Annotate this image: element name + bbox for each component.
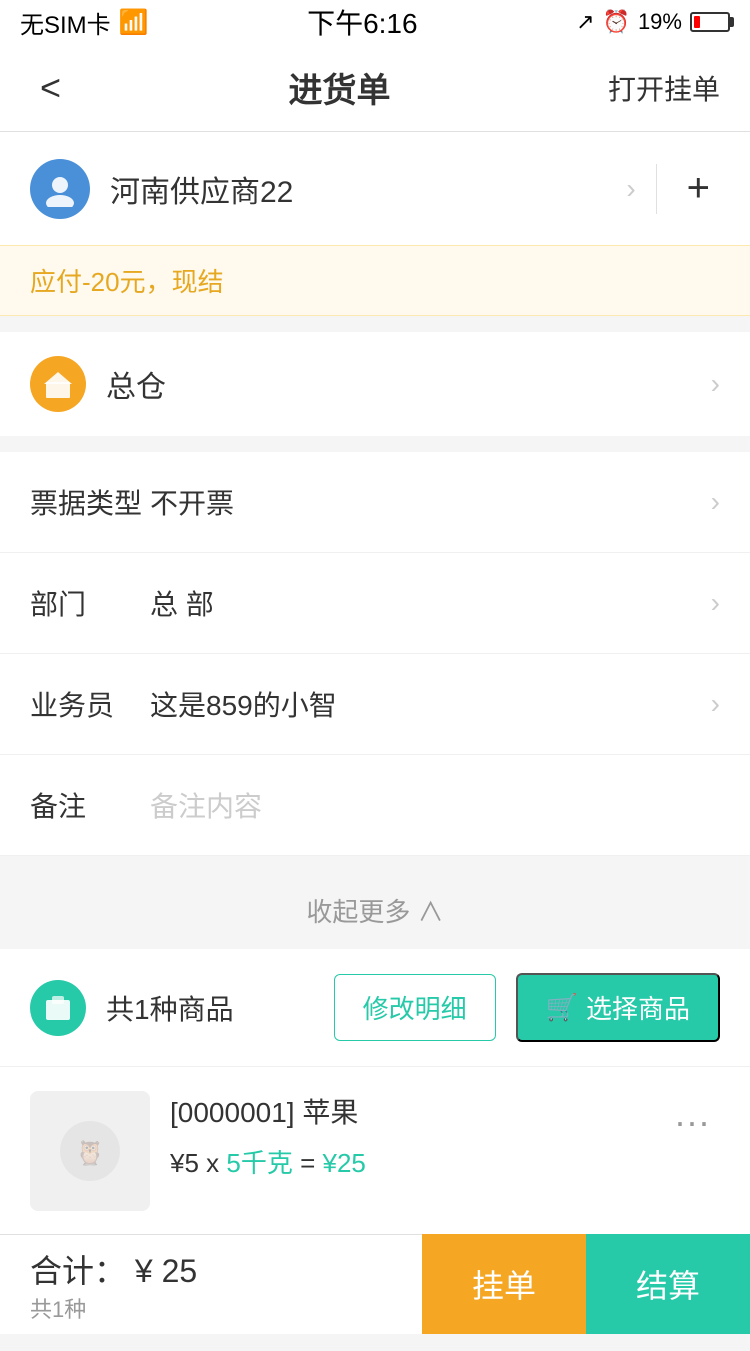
total-amount: 合计： ¥ 25	[30, 1246, 392, 1292]
checkout-button[interactable]: 结算	[586, 1234, 750, 1334]
supplier-name: 河南供应商22	[110, 167, 616, 211]
salesperson-chevron-icon: ›	[711, 688, 720, 720]
battery-icon	[690, 12, 730, 32]
invoice-chevron-icon: ›	[711, 486, 720, 518]
select-product-icon: 🛒	[546, 992, 578, 1023]
products-section: 共1种商品 修改明细 🛒 选择商品 🦉 [0000001] 苹果 ¥5 x 5千…	[0, 949, 750, 1235]
salesperson-label: 业务员	[30, 684, 150, 724]
remark-row[interactable]: 备注 备注内容	[0, 755, 750, 856]
department-row[interactable]: 部门 总 部 ›	[0, 553, 750, 654]
warehouse-chevron-icon: ›	[711, 368, 720, 400]
svg-text:🦉: 🦉	[75, 1140, 105, 1167]
product-title: 苹果	[302, 1097, 358, 1128]
warehouse-icon	[30, 356, 86, 412]
remark-label: 备注	[30, 785, 150, 825]
equals: =	[300, 1148, 322, 1178]
product-count-text: 共1种商品	[106, 988, 314, 1028]
supplier-chevron-icon: ›	[626, 173, 635, 205]
warehouse-section: 总仓 ›	[0, 332, 750, 436]
supplier-divider	[656, 164, 657, 214]
select-product-button[interactable]: 🛒 选择商品	[516, 973, 720, 1042]
time-label: 下午6:16	[307, 2, 418, 42]
notice-bar: 应付-20元，现结	[0, 245, 750, 316]
invoice-label: 票据类型	[30, 482, 150, 522]
status-left: 无SIM卡 📶	[20, 5, 149, 40]
salesperson-row[interactable]: 业务员 这是859的小智 ›	[0, 654, 750, 755]
total-count: 共1种	[30, 1292, 392, 1324]
battery-label: 19%	[638, 9, 682, 35]
product-info: [0000001] 苹果 ¥5 x 5千克 = ¥25	[170, 1091, 644, 1180]
product-price-row: ¥5 x 5千克 = ¥25	[170, 1143, 644, 1180]
page-title: 进货单	[289, 63, 391, 112]
invoice-type-row[interactable]: 票据类型 不开票 ›	[0, 452, 750, 553]
open-hold-button[interactable]: 打开挂单	[608, 68, 720, 108]
supplier-row[interactable]: 河南供应商22 › +	[0, 132, 750, 245]
collapse-label: 收起更多 ∧	[306, 892, 443, 929]
warehouse-name: 总仓	[106, 362, 701, 406]
product-name: [0000001] 苹果	[170, 1091, 644, 1131]
wifi-icon: 📶	[119, 8, 149, 37]
bottom-bar: 合计： ¥ 25 共1种 挂单 结算	[0, 1234, 750, 1334]
product-code: [0000001]	[170, 1097, 302, 1128]
total-section: 合计： ¥ 25 共1种	[0, 1234, 422, 1334]
product-thumbnail: 🦉	[30, 1091, 150, 1211]
total-value: ¥ 25	[135, 1253, 197, 1289]
product-count-icon	[30, 980, 86, 1036]
select-product-label: 选择商品	[586, 989, 690, 1026]
supplier-avatar	[30, 159, 90, 219]
products-header: 共1种商品 修改明细 🛒 选择商品	[0, 949, 750, 1067]
department-chevron-icon: ›	[711, 587, 720, 619]
status-bar: 无SIM卡 📶 下午6:16 ↗ ⏰ 19%	[0, 0, 750, 44]
form-section: 票据类型 不开票 › 部门 总 部 › 业务员 这是859的小智 › 备注 备注…	[0, 452, 750, 856]
warehouse-row[interactable]: 总仓 ›	[0, 332, 750, 436]
invoice-value: 不开票	[150, 482, 701, 522]
hold-button[interactable]: 挂单	[422, 1234, 586, 1334]
add-supplier-button[interactable]: +	[677, 156, 720, 221]
collapse-bar[interactable]: 收起更多 ∧	[0, 872, 750, 949]
department-label: 部门	[30, 583, 150, 623]
total-label: 合计：	[30, 1253, 126, 1289]
product-more-button[interactable]: ···	[664, 1091, 720, 1153]
alarm-icon: ⏰	[603, 9, 630, 35]
nav-bar: < 进货单 打开挂单	[0, 44, 750, 132]
network-label: 无SIM卡	[20, 5, 111, 40]
department-value: 总 部	[150, 583, 701, 623]
total-price: ¥25	[323, 1148, 366, 1178]
supplier-section: 河南供应商22 › + 应付-20元，现结	[0, 132, 750, 316]
product-item: 🦉 [0000001] 苹果 ¥5 x 5千克 = ¥25 ···	[0, 1067, 750, 1235]
quantity: 5千克	[226, 1148, 292, 1178]
back-button[interactable]: <	[30, 57, 71, 119]
status-right: ↗ ⏰ 19%	[576, 9, 730, 35]
location-icon: ↗	[576, 9, 594, 35]
unit-price: ¥5 x	[170, 1148, 226, 1178]
remark-input[interactable]: 备注内容	[150, 785, 720, 825]
edit-detail-button[interactable]: 修改明细	[334, 974, 496, 1041]
salesperson-value: 这是859的小智	[150, 684, 701, 724]
